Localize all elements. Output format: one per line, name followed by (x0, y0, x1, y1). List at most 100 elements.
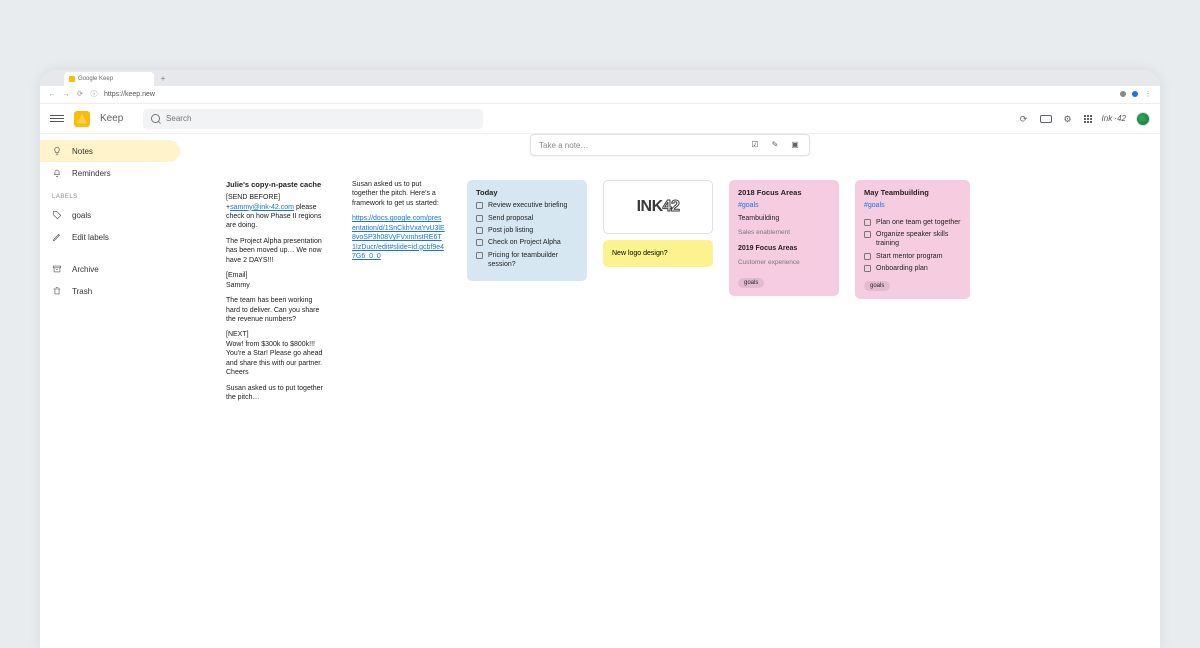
checklist-label: Start mentor program (876, 252, 943, 261)
sidebar-item-edit-labels[interactable]: Edit labels (40, 226, 180, 248)
note-text: [SEND BEFORE] (226, 194, 280, 201)
checklist-label: Post job listing (488, 226, 533, 235)
sidebar-item-label-goals[interactable]: goals (40, 204, 180, 226)
note-card[interactable]: Susan asked us to put together the pitch… (346, 180, 451, 262)
checklist-item[interactable]: Check on Project Alpha (476, 238, 578, 247)
checkbox-icon[interactable] (864, 231, 871, 238)
list-view-icon[interactable] (1040, 115, 1052, 123)
app-header: Keep ⟳ ⚙ Ink ·42 (40, 104, 1160, 134)
note-text: Susan asked us to put together the pitch… (226, 384, 324, 403)
checkbox-icon[interactable] (476, 227, 483, 234)
checklist-label: Organize speaker skills training (876, 230, 961, 249)
note-hashtag[interactable]: #goals (864, 202, 885, 209)
sidebar-item-label: Reminders (72, 169, 111, 178)
note-card-checklist[interactable]: Today Review executive briefing Send pro… (467, 180, 587, 281)
apps-grid-icon[interactable] (1084, 115, 1092, 123)
checklist-label: Pricing for teambuilder session? (488, 251, 578, 270)
search-bar[interactable] (143, 109, 483, 129)
browser-menu-icon[interactable]: ⋮ (1144, 91, 1152, 99)
checklist-item[interactable]: Pricing for teambuilder session? (476, 251, 578, 270)
note-hashtag[interactable]: #goals (738, 202, 759, 209)
app-body: Notes Reminders LABELS goals Edit labels (40, 134, 1160, 648)
search-input[interactable] (166, 114, 475, 123)
checklist-item[interactable]: Review executive briefing (476, 201, 578, 210)
note-title: 2018 Focus Areas (738, 188, 830, 198)
checklist-label: Review executive briefing (488, 201, 567, 210)
take-note-bar[interactable]: Take a note… ☑ ✎ ▣ (530, 134, 810, 156)
checkbox-icon[interactable] (476, 239, 483, 246)
trash-icon (52, 286, 62, 296)
forward-icon[interactable]: → (62, 91, 70, 99)
sidebar-item-label: Edit labels (72, 233, 109, 242)
main-menu-button[interactable] (50, 112, 64, 126)
sidebar-item-label: goals (72, 211, 91, 220)
checklist-label: Plan one team get together (876, 218, 960, 227)
note-caption: New logo design? (603, 240, 713, 267)
note-card[interactable]: Julie's copy-n-paste cache [SEND BEFORE]… (220, 180, 330, 408)
refresh-icon[interactable]: ⟳ (1018, 113, 1030, 125)
checkbox-icon[interactable] (864, 265, 871, 272)
checklist-label: Send proposal (488, 214, 533, 223)
account-avatar[interactable] (1136, 112, 1150, 126)
sidebar-item-notes[interactable]: Notes (40, 140, 180, 162)
note-image: INK42 (603, 180, 713, 234)
note-text: [Email] (226, 272, 247, 279)
search-icon (151, 114, 160, 123)
back-icon[interactable]: ← (48, 91, 56, 99)
note-card-checklist[interactable]: May Teambuilding #goals Plan one team ge… (855, 180, 970, 299)
checklist-item[interactable]: Post job listing (476, 226, 578, 235)
note-text: [NEXT] (226, 331, 249, 338)
extension-dot-icon[interactable] (1132, 91, 1138, 97)
url-text[interactable]: https://keep.new (104, 91, 1114, 98)
lock-icon: ⓘ (90, 91, 98, 99)
checkbox-icon[interactable] (864, 219, 871, 226)
note-card[interactable]: 2018 Focus Areas #goals Teambuilding Sal… (729, 180, 839, 296)
checklist-item[interactable]: Send proposal (476, 214, 578, 223)
sidebar-section-labels: LABELS (40, 184, 180, 204)
note-text: The Project Alpha presentation has been … (226, 237, 324, 265)
checklist-label: Check on Project Alpha (488, 238, 561, 247)
note-title: May Teambuilding (864, 188, 961, 198)
new-drawing-icon[interactable]: ✎ (769, 139, 781, 151)
logo-text-b: 42 (663, 198, 680, 216)
note-text: Customer experience (738, 259, 830, 268)
checklist-item[interactable]: Start mentor program (864, 252, 961, 261)
new-image-icon[interactable]: ▣ (789, 139, 801, 151)
browser-toolbar: ← → ⟳ ⓘ https://keep.new ⋮ (40, 86, 1160, 104)
settings-icon[interactable]: ⚙ (1062, 113, 1074, 125)
checklist-item[interactable]: Plan one team get together (864, 218, 961, 227)
favicon-icon (69, 76, 75, 82)
browser-tabstrip: Google Keep + (40, 70, 1160, 86)
note-title: Today (476, 188, 578, 198)
checklist-item[interactable]: Organize speaker skills training (864, 230, 961, 249)
device-frame: Google Keep + ← → ⟳ ⓘ https://keep.new ⋮… (40, 70, 1160, 648)
checklist-item[interactable]: Onboarding plan (864, 264, 961, 273)
sidebar-item-reminders[interactable]: Reminders (40, 162, 180, 184)
note-link[interactable]: https://docs.google.com/presentation/d/1… (352, 215, 445, 260)
note-text: Susan asked us to put together the pitch… (352, 180, 445, 208)
note-title: Julie's copy-n-paste cache (226, 180, 324, 190)
checkbox-icon[interactable] (864, 253, 871, 260)
browser-tab[interactable]: Google Keep (64, 72, 154, 86)
reload-icon[interactable]: ⟳ (76, 91, 84, 99)
sidebar-item-trash[interactable]: Trash (40, 280, 180, 302)
sidebar-item-archive[interactable]: Archive (40, 258, 180, 280)
new-list-icon[interactable]: ☑ (749, 139, 761, 151)
pencil-icon (52, 232, 62, 242)
new-tab-button[interactable]: + (158, 74, 168, 84)
take-note-placeholder: Take a note… (539, 141, 741, 150)
note-text: The team has been working hard to delive… (226, 296, 324, 324)
logo-text-a: INK (637, 198, 663, 216)
note-link[interactable]: sammy@ink-42.com (230, 204, 294, 211)
tag-icon (52, 210, 62, 220)
checkbox-icon[interactable] (476, 215, 483, 222)
notes-grid: Julie's copy-n-paste cache [SEND BEFORE]… (220, 180, 1130, 408)
archive-icon (52, 264, 62, 274)
note-card-image[interactable]: INK42 New logo design? (603, 180, 713, 267)
note-tag[interactable]: goals (738, 278, 764, 288)
checkbox-icon[interactable] (476, 202, 483, 209)
checkbox-icon[interactable] (476, 252, 483, 259)
sidebar: Notes Reminders LABELS goals Edit labels (40, 134, 180, 648)
note-tag[interactable]: goals (864, 281, 890, 291)
extension-dot-icon[interactable] (1120, 91, 1126, 97)
